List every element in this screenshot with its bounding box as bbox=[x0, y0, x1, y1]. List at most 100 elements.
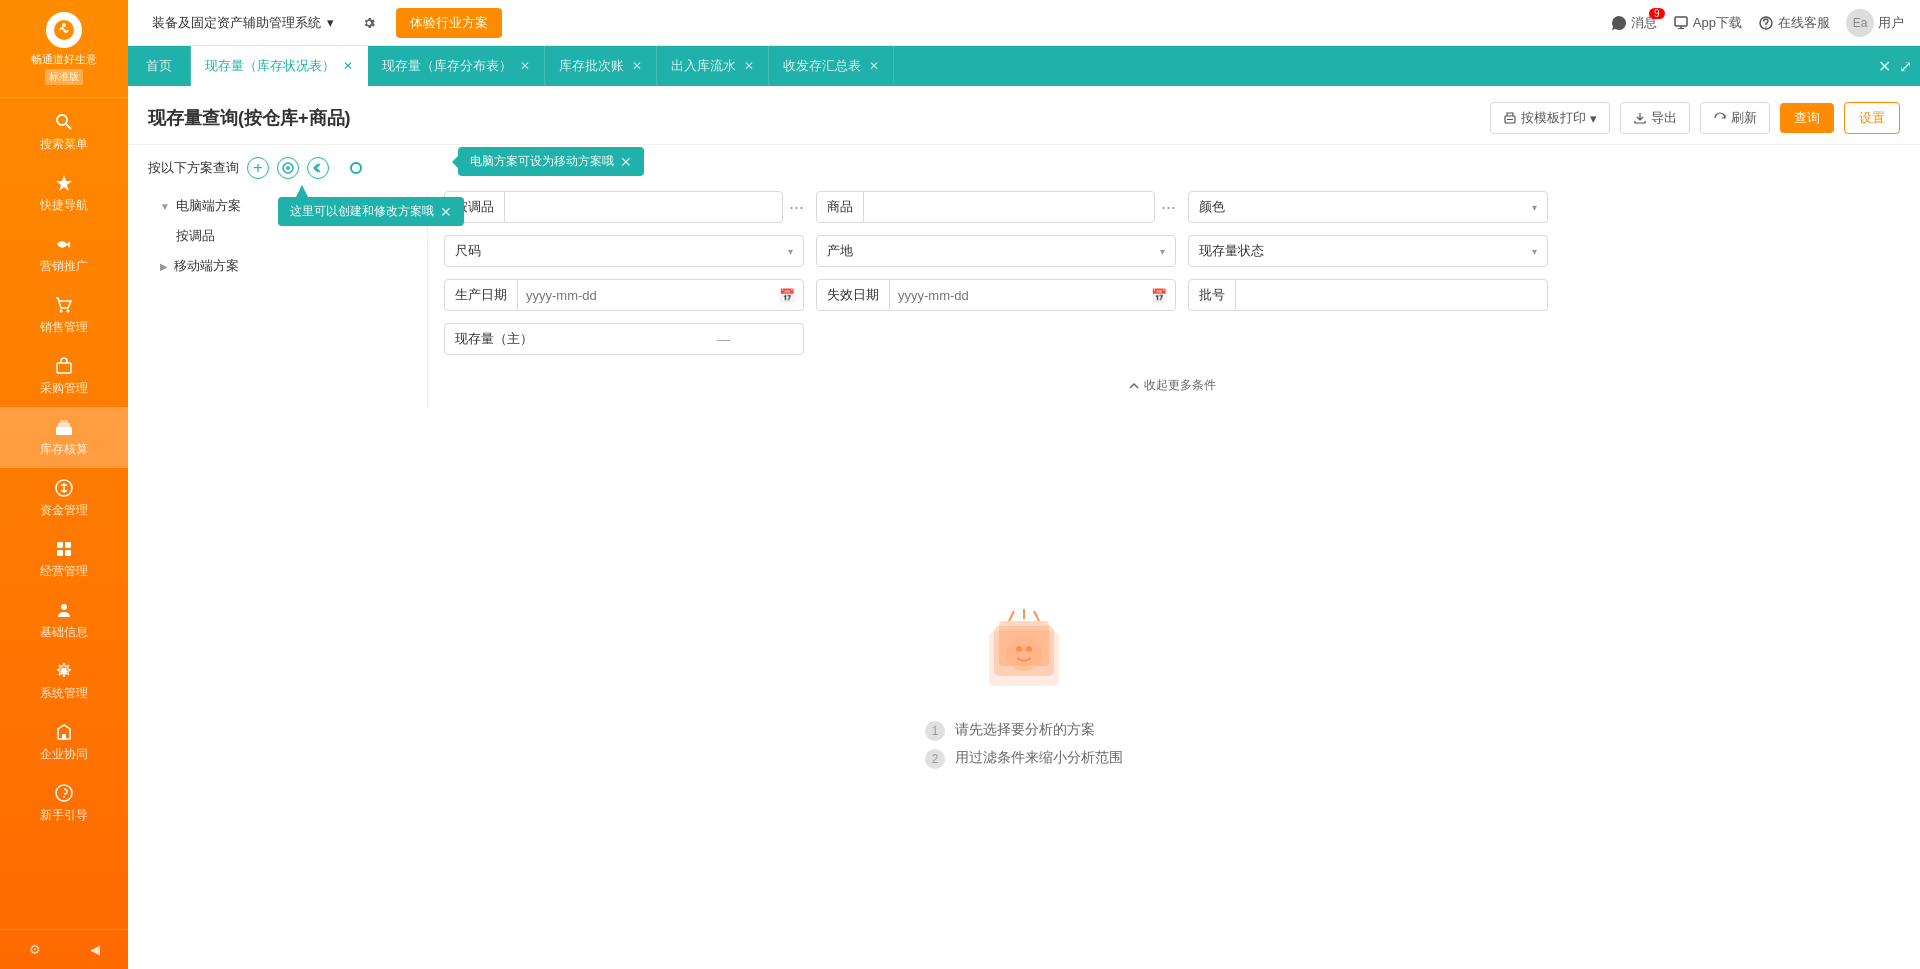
logo-icon bbox=[46, 12, 82, 48]
messages-btn[interactable]: 消息 9 bbox=[1611, 14, 1657, 32]
svg-point-6 bbox=[67, 310, 70, 313]
goods-field[interactable]: 商品 bbox=[816, 191, 1155, 223]
filter-back-btn[interactable] bbox=[307, 157, 329, 179]
scheme-item-mobile[interactable]: ▶ 移动端方案 bbox=[148, 251, 427, 281]
warehouse-more-btn[interactable]: ··· bbox=[789, 197, 804, 218]
goods-input[interactable] bbox=[864, 200, 1154, 215]
export-label: 导出 bbox=[1651, 109, 1677, 127]
size-select[interactable]: 尺码 ▾ bbox=[444, 235, 804, 267]
tab-batch-account[interactable]: 库存批次账 ✕ bbox=[545, 46, 657, 86]
online-support-btn[interactable]: 在线客服 bbox=[1758, 14, 1830, 32]
tooltip2-close[interactable]: ✕ bbox=[440, 204, 452, 220]
filter-row-3: 生产日期 📅 失效日期 📅 批号 bbox=[444, 279, 1900, 311]
tab-inventory-dist[interactable]: 现存量（库存分布表） ✕ bbox=[368, 46, 545, 86]
color-label: 颜色 bbox=[1199, 198, 1225, 216]
tab-close-in-out-flow[interactable]: ✕ bbox=[744, 60, 754, 72]
tab-close-batch-account[interactable]: ✕ bbox=[632, 60, 642, 72]
sidebar-item-enterprise[interactable]: 企业协同 bbox=[0, 712, 128, 773]
stock-main-max[interactable] bbox=[738, 332, 906, 347]
tab-receive-summary[interactable]: 收发存汇总表 ✕ bbox=[769, 46, 894, 86]
sidebar-item-quick-nav[interactable]: 快捷导航 bbox=[0, 163, 128, 224]
filter-label: 按以下方案查询 bbox=[148, 159, 239, 177]
sidebar: 畅通道好生意 标准版 搜索菜单 快捷导航 营销推广 销售管理 采购管理 bbox=[0, 0, 128, 969]
batch-no-field[interactable]: 批号 bbox=[1188, 279, 1548, 311]
sidebar-item-label: 新手引导 bbox=[40, 807, 88, 824]
step-num-1: 1 bbox=[925, 721, 945, 741]
warehouse-field[interactable]: 按调品 bbox=[444, 191, 783, 223]
sidebar-item-finance[interactable]: 资金管理 bbox=[0, 468, 128, 529]
tab-receive-summary-label: 收发存汇总表 bbox=[783, 57, 861, 75]
tab-close-receive-summary[interactable]: ✕ bbox=[869, 60, 879, 72]
expire-date-calendar-icon[interactable]: 📅 bbox=[1143, 288, 1175, 303]
filter-area: 按以下方案查询 + 电脑方案可设为移动方案哦 ✕ 这 bbox=[128, 145, 1920, 408]
produce-date-field[interactable]: 生产日期 📅 bbox=[444, 279, 804, 311]
stock-main-label: 现存量（主） bbox=[455, 330, 533, 348]
svg-point-1 bbox=[62, 23, 66, 27]
goods-more-btn[interactable]: ··· bbox=[1161, 197, 1176, 218]
svg-marker-4 bbox=[56, 175, 72, 191]
sidebar-item-guide[interactable]: 新手引导 bbox=[0, 773, 128, 834]
svg-rect-12 bbox=[57, 542, 63, 548]
sidebar-item-base-info[interactable]: 基础信息 bbox=[0, 590, 128, 651]
sidebar-item-purchase[interactable]: 采购管理 bbox=[0, 346, 128, 407]
export-btn[interactable]: 导出 bbox=[1620, 102, 1690, 134]
empty-illustration bbox=[964, 601, 1084, 701]
svg-rect-13 bbox=[65, 542, 71, 548]
filter-edit-btn[interactable] bbox=[277, 157, 299, 179]
system-selector[interactable]: 装备及固定资产辅助管理系统 ▾ bbox=[144, 10, 342, 36]
svg-point-16 bbox=[61, 604, 67, 610]
color-select[interactable]: 颜色 ▾ bbox=[1188, 191, 1548, 223]
online-support-label: 在线客服 bbox=[1778, 14, 1830, 32]
sidebar-item-search-menu[interactable]: 搜索菜单 bbox=[0, 102, 128, 163]
stock-main-min[interactable] bbox=[541, 332, 709, 347]
warehouse-input[interactable] bbox=[505, 200, 782, 215]
tooltip1-close[interactable]: ✕ bbox=[620, 154, 632, 170]
produce-date-input[interactable] bbox=[518, 288, 771, 303]
origin-select[interactable]: 产地 ▾ bbox=[816, 235, 1176, 267]
avatar-text: Ea bbox=[1853, 16, 1868, 30]
query-btn[interactable]: 查询 bbox=[1780, 103, 1834, 133]
trial-button[interactable]: 体验行业方案 bbox=[396, 8, 502, 38]
tab-fullscreen-btn[interactable]: ⤢ bbox=[1899, 57, 1912, 76]
filter-row-4: 现存量（主） — bbox=[444, 323, 1900, 355]
size-arrow-icon: ▾ bbox=[788, 246, 793, 257]
collapse-btn[interactable]: 收起更多条件 bbox=[444, 367, 1900, 404]
filter-header: 按以下方案查询 + 电脑方案可设为移动方案哦 ✕ bbox=[148, 157, 1900, 179]
tab-close-inventory-status[interactable]: ✕ bbox=[343, 60, 353, 72]
sidebar-item-sales[interactable]: 销售管理 bbox=[0, 285, 128, 346]
batch-no-input[interactable] bbox=[1236, 288, 1547, 303]
range-separator: — bbox=[717, 332, 730, 347]
sidebar-item-marketing[interactable]: 营销推广 bbox=[0, 224, 128, 285]
filter-row-2: 尺码 ▾ 产地 ▾ 现存量状态 ▾ bbox=[444, 235, 1900, 267]
tab-in-out-flow-label: 出入库流水 bbox=[671, 57, 736, 75]
user-menu[interactable]: Ea 用户 bbox=[1846, 9, 1904, 37]
print-btn[interactable]: 按模板打印 ▾ bbox=[1490, 102, 1610, 134]
app-download-btn[interactable]: App下载 bbox=[1673, 14, 1742, 32]
stock-main-range[interactable]: 现存量（主） — bbox=[444, 323, 804, 355]
settings-bottom-btn[interactable]: ⚙ bbox=[29, 942, 41, 957]
expire-date-field[interactable]: 失效日期 📅 bbox=[816, 279, 1176, 311]
filter-add-btn[interactable]: + bbox=[247, 157, 269, 179]
sidebar-item-inventory[interactable]: 库存核算 bbox=[0, 407, 128, 468]
tab-bar: 首页 现存量（库存状况表） ✕ 现存量（库存分布表） ✕ 库存批次账 ✕ 出入库… bbox=[128, 46, 1920, 86]
tab-inventory-status[interactable]: 现存量（库存状况表） ✕ bbox=[191, 46, 368, 86]
tab-in-out-flow[interactable]: 出入库流水 ✕ bbox=[657, 46, 769, 86]
tab-home[interactable]: 首页 bbox=[128, 46, 191, 86]
expire-date-input[interactable] bbox=[890, 288, 1143, 303]
user-label: 用户 bbox=[1878, 14, 1904, 32]
empty-step-2: 2 用过滤条件来缩小分析范围 bbox=[925, 749, 1123, 769]
tab-close-all-btn[interactable]: ✕ bbox=[1878, 57, 1891, 76]
settings-gear-btn[interactable] bbox=[354, 8, 384, 38]
produce-date-calendar-icon[interactable]: 📅 bbox=[771, 288, 803, 303]
sidebar-item-operations[interactable]: 经营管理 bbox=[0, 529, 128, 590]
tab-inventory-status-label: 现存量（库存状况表） bbox=[205, 57, 335, 75]
sidebar-item-system[interactable]: 系统管理 bbox=[0, 651, 128, 712]
settings-page-btn[interactable]: 设置 bbox=[1844, 102, 1900, 134]
refresh-btn[interactable]: 刷新 bbox=[1700, 102, 1770, 134]
collapse-sidebar-btn[interactable]: ◀ bbox=[90, 942, 100, 957]
sidebar-item-label: 销售管理 bbox=[40, 319, 88, 336]
svg-point-5 bbox=[60, 310, 63, 313]
stock-status-select[interactable]: 现存量状态 ▾ bbox=[1188, 235, 1548, 267]
avatar: Ea bbox=[1846, 9, 1874, 37]
tab-close-inventory-dist[interactable]: ✕ bbox=[520, 60, 530, 72]
